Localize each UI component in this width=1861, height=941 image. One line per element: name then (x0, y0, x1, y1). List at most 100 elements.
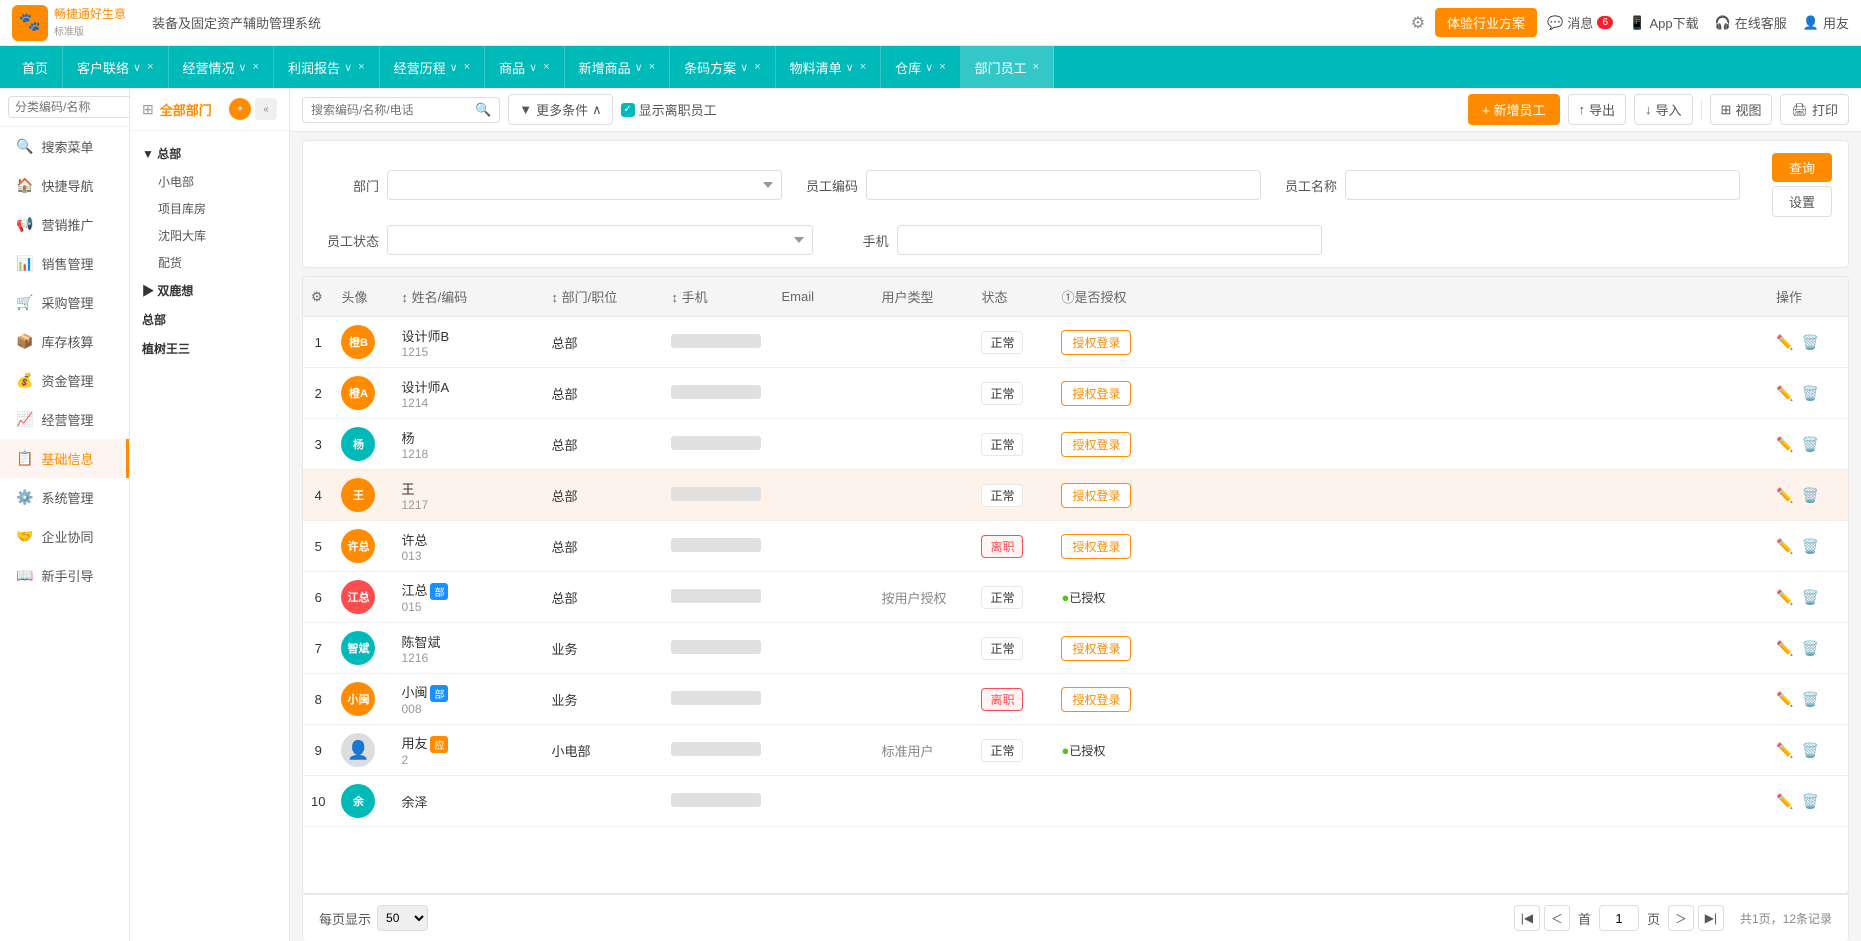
emp-name-input[interactable] (1345, 170, 1740, 200)
tab-bom[interactable]: 物料清单∨× (776, 46, 882, 88)
edit-icon[interactable]: ✏️ (1776, 334, 1793, 351)
edit-icon[interactable]: ✏️ (1776, 436, 1793, 453)
tab-dept-employee[interactable]: 部门员工× (961, 46, 1054, 88)
authorize-button[interactable]: 授权登录 (1061, 636, 1131, 661)
sidebar-item-finance[interactable]: 💰 资金管理 (0, 361, 129, 400)
th-dept[interactable]: ↕ 部门/职位 (543, 277, 663, 317)
sidebar-item-search[interactable]: 🔍 搜索菜单 (0, 127, 129, 166)
authorize-button[interactable]: 授权登录 (1061, 687, 1131, 712)
sidebar-item-inventory[interactable]: 📦 库存核算 (0, 322, 129, 361)
import-button[interactable]: ↓ 导入 (1634, 94, 1693, 125)
edit-icon[interactable]: ✏️ (1776, 589, 1793, 606)
tab-operation[interactable]: 经营情况∨× (169, 46, 275, 88)
th-name[interactable]: ↕ 姓名/编码 (393, 277, 543, 317)
dept-node-xiaodianbу[interactable]: 小电部 (130, 168, 289, 195)
sidebar-item-marketing[interactable]: 📢 营销推广 (0, 205, 129, 244)
sidebar-item-mgmt[interactable]: 📈 经营管理 (0, 400, 129, 439)
export-button[interactable]: ↑ 导出 (1568, 94, 1627, 125)
row-email (773, 674, 873, 725)
authorize-button[interactable]: 授权登录 (1061, 534, 1131, 559)
tab-history[interactable]: 经营历程∨× (380, 46, 486, 88)
edit-icon[interactable]: ✏️ (1776, 742, 1793, 759)
import-icon: ↓ (1645, 102, 1652, 117)
delete-icon[interactable]: 🗑️ (1801, 640, 1818, 657)
dept-node-zongbu[interactable]: 总部 (130, 305, 289, 334)
tab-customer[interactable]: 客户联络∨× (63, 46, 169, 88)
sidebar-item-sales[interactable]: 📊 销售管理 (0, 244, 129, 283)
delete-icon[interactable]: 🗑️ (1801, 487, 1818, 504)
delete-icon[interactable]: 🗑️ (1801, 538, 1818, 555)
delete-icon[interactable]: 🗑️ (1801, 793, 1818, 810)
emp-status-select[interactable] (387, 225, 813, 255)
top-actions: 💬 消息 6 📱 App下载 🎧 在线客服 👤 用友 (1547, 13, 1849, 32)
print-button[interactable]: 🖨 打印 (1780, 94, 1849, 125)
sidebar-item-nav[interactable]: 🏠 快捷导航 (0, 166, 129, 205)
last-page-btn[interactable]: ▶| (1698, 905, 1724, 931)
emp-code-input[interactable] (866, 170, 1261, 200)
per-page-select[interactable]: 50 100 (377, 905, 428, 931)
tab-home[interactable]: 首页 (8, 46, 63, 88)
row-actions: ✏️ 🗑️ (1768, 725, 1848, 776)
message-action[interactable]: 💬 消息 6 (1547, 13, 1613, 32)
experience-button[interactable]: 体验行业方案 (1435, 8, 1537, 37)
add-employee-button[interactable]: + 新增员工 (1468, 94, 1559, 125)
sidebar-label-sales: 销售管理 (41, 254, 93, 273)
edit-icon[interactable]: ✏️ (1776, 640, 1793, 657)
user-action[interactable]: 👤 用友 (1803, 13, 1849, 32)
dept-search-input[interactable] (8, 96, 130, 118)
delete-icon[interactable]: 🗑️ (1801, 691, 1818, 708)
authorize-button[interactable]: 授权登录 (1061, 330, 1131, 355)
online-service-action[interactable]: 🎧 在线客服 (1715, 13, 1787, 32)
dept-select[interactable] (387, 170, 782, 200)
tab-goods[interactable]: 商品∨× (485, 46, 565, 88)
query-button[interactable]: 查询 (1772, 153, 1832, 182)
search-icon[interactable]: 🔍 (475, 102, 491, 118)
edit-icon[interactable]: ✏️ (1776, 691, 1793, 708)
reset-button[interactable]: 设置 (1772, 186, 1832, 217)
th-phone[interactable]: ↕ 手机 (663, 277, 773, 317)
tab-barcode[interactable]: 条码方案∨× (670, 46, 776, 88)
prev-page-btn[interactable]: ＜ (1544, 905, 1570, 931)
settings-icon[interactable]: ⚙ (311, 289, 323, 304)
search-input[interactable] (311, 103, 471, 117)
authorize-button[interactable]: 授权登录 (1061, 381, 1131, 406)
dept-node-peihuo[interactable]: 配货 (130, 249, 289, 276)
delete-icon[interactable]: 🗑️ (1801, 742, 1818, 759)
sidebar-item-purchase[interactable]: 🛒 采购管理 (0, 283, 129, 322)
dept-node-shenyang[interactable]: 沈阳大库 (130, 222, 289, 249)
delete-icon[interactable]: 🗑️ (1801, 334, 1818, 351)
page-number-input[interactable] (1599, 905, 1639, 931)
dept-node-project[interactable]: 项目库房 (130, 195, 289, 222)
delete-icon[interactable]: 🗑️ (1801, 589, 1818, 606)
dept-node-shuanglu[interactable]: ▶ 双鹿想 (130, 276, 289, 305)
dept-node-zhishu[interactable]: 植树王三 (130, 334, 289, 363)
edit-icon[interactable]: ✏️ (1776, 538, 1793, 555)
app-download-action[interactable]: 📱 App下载 (1629, 13, 1698, 32)
tab-warehouse[interactable]: 仓库∨× (881, 46, 961, 88)
edit-icon[interactable]: ✏️ (1776, 487, 1793, 504)
sidebar-item-basic[interactable]: 📋 基础信息 (0, 439, 129, 478)
authorize-button[interactable]: 授权登录 (1061, 432, 1131, 457)
sidebar-item-system[interactable]: ⚙️ 系统管理 (0, 478, 129, 517)
view-button[interactable]: ⊞ 视图 (1710, 94, 1773, 125)
phone-input[interactable] (897, 225, 1323, 255)
delete-icon[interactable]: 🗑️ (1801, 385, 1818, 402)
edit-icon[interactable]: ✏️ (1776, 385, 1793, 402)
next-page-btn[interactable]: ＞ (1668, 905, 1694, 931)
dept-add-btn[interactable]: + (229, 98, 251, 120)
tab-new-goods[interactable]: 新增商品∨× (565, 46, 671, 88)
row-name: 陈智斌1216 (393, 623, 543, 674)
sidebar-item-collab[interactable]: 🤝 企业协同 (0, 517, 129, 556)
edit-icon[interactable]: ✏️ (1776, 793, 1793, 810)
th-empty (1173, 277, 1768, 317)
authorize-button[interactable]: 授权登录 (1061, 483, 1131, 508)
more-filter-btn[interactable]: ▼ 更多条件 ∧ (508, 94, 612, 125)
settings-icon[interactable]: ⚙ (1411, 13, 1425, 33)
delete-icon[interactable]: 🗑️ (1801, 436, 1818, 453)
show-resigned-checkbox[interactable]: ✓ 显示离职员工 (621, 100, 717, 119)
sidebar-item-guide[interactable]: 📖 新手引导 (0, 556, 129, 595)
dept-node-parent-head[interactable]: ▼ 总部 (130, 139, 289, 168)
dept-collapse-btn[interactable]: « (255, 98, 277, 120)
first-page-btn[interactable]: |◀ (1514, 905, 1540, 931)
tab-profit[interactable]: 利润报告∨× (274, 46, 380, 88)
